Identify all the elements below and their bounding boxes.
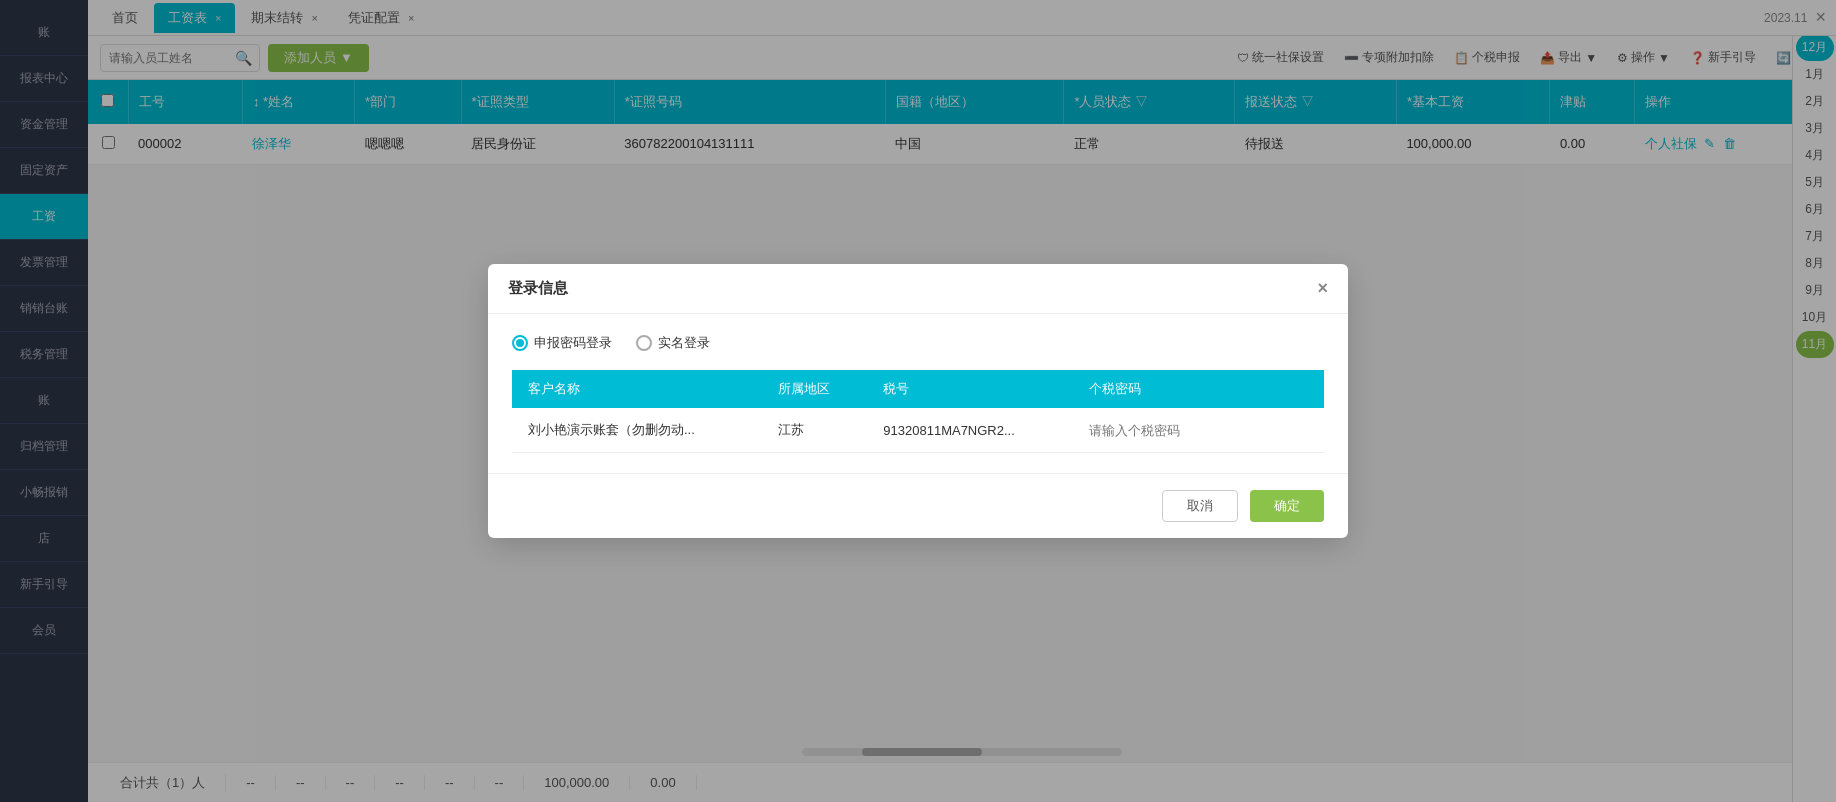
col-tax-password: 个税密码 <box>1073 370 1324 408</box>
login-info-dialog: 登录信息 × 申报密码登录 实名登录 客户名称 所属 <box>488 264 1348 538</box>
dialog-header: 登录信息 × <box>488 264 1348 314</box>
client-name-cell: 刘小艳演示账套（勿删勿动... <box>512 408 762 452</box>
radio-realname-login[interactable]: 实名登录 <box>636 334 710 352</box>
login-type-radio-group: 申报密码登录 实名登录 <box>512 334 1324 352</box>
client-table-row: 刘小艳演示账套（勿删勿动... 江苏 91320811MA7NGR2... <box>512 408 1324 452</box>
dialog-footer: 取消 确定 <box>488 473 1348 538</box>
client-region-cell: 江苏 <box>762 408 868 452</box>
client-table-header: 客户名称 所属地区 税号 个税密码 <box>512 370 1324 408</box>
cancel-button[interactable]: 取消 <box>1162 490 1238 522</box>
confirm-button[interactable]: 确定 <box>1250 490 1324 522</box>
tax-password-input[interactable] <box>1089 423 1308 438</box>
client-table: 客户名称 所属地区 税号 个税密码 刘小艳演示账套（勿删勿动... 江苏 913… <box>512 370 1324 453</box>
dialog-overlay: 登录信息 × 申报密码登录 实名登录 客户名称 所属 <box>0 0 1836 802</box>
client-table-body: 刘小艳演示账套（勿删勿动... 江苏 91320811MA7NGR2... <box>512 408 1324 452</box>
col-client-name: 客户名称 <box>512 370 762 408</box>
radio-realname-dot <box>636 335 652 351</box>
col-tax-number: 税号 <box>867 370 1072 408</box>
dialog-title: 登录信息 <box>508 279 568 298</box>
dialog-body: 申报密码登录 实名登录 客户名称 所属地区 税号 个税密码 <box>488 314 1348 473</box>
dialog-close-button[interactable]: × <box>1317 278 1328 299</box>
col-region: 所属地区 <box>762 370 868 408</box>
radio-password-dot <box>512 335 528 351</box>
radio-password-login[interactable]: 申报密码登录 <box>512 334 612 352</box>
client-tax-password-cell[interactable] <box>1073 408 1324 452</box>
client-tax-number-cell: 91320811MA7NGR2... <box>867 408 1072 452</box>
